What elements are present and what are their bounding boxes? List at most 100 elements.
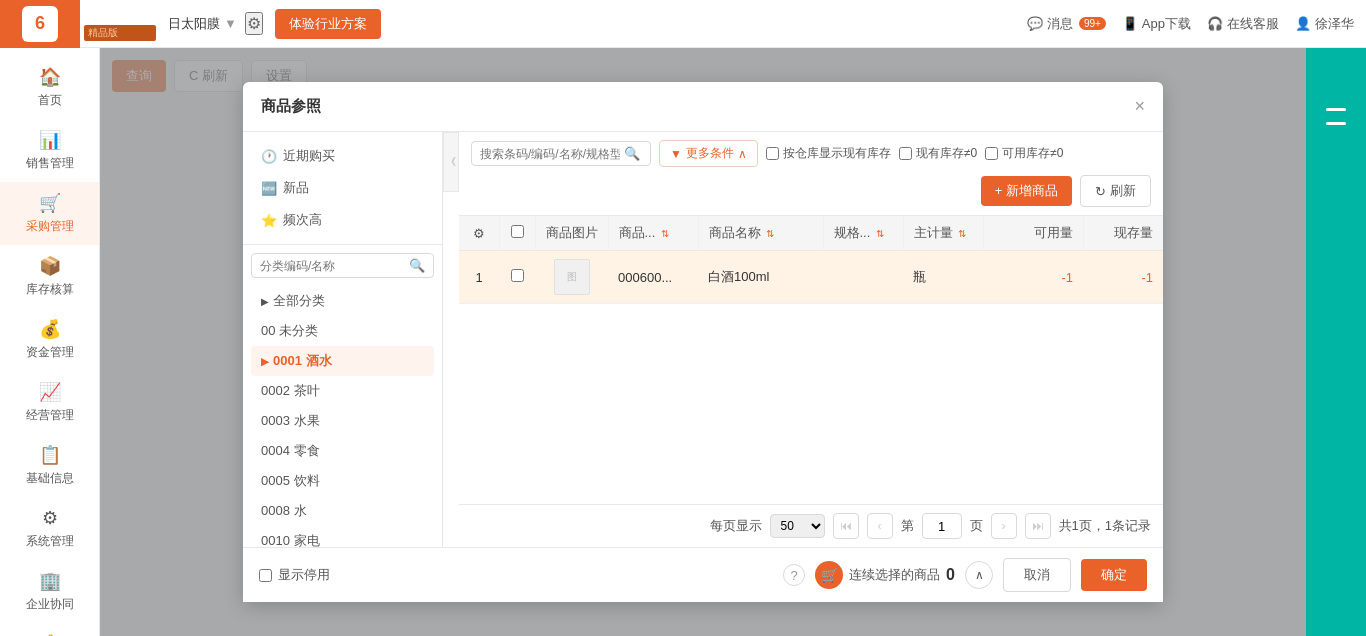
modal-body: 🕐 近期购买 🆕 新品 ⭐ 频次高 [243,132,1163,547]
try-button[interactable]: 体验行业方案 [275,9,381,39]
modal-close-button[interactable]: × [1134,96,1145,117]
row-checkbox-cell[interactable] [499,251,535,304]
sidebar-item-enterprise[interactable]: 🏢 企业协同 [0,560,99,623]
product-search-input[interactable] [480,147,620,161]
row-avail: -1 [983,251,1083,304]
category-search-box[interactable]: 🔍 [251,253,434,278]
cart-summary: 🛒 连续选择的商品 0 [815,561,955,589]
messages-label: 消息 [1047,15,1073,33]
category-all-label: 全部分类 [273,292,325,310]
category-drink[interactable]: 0005 饮料 [251,466,434,496]
main-layout: 🏠 首页 📊 销售管理 🛒 采购管理 📦 库存核算 💰 资金管理 📈 经营管理 … [0,48,1366,636]
toolbar-right: + 新增商品 ↻ 刷新 [981,175,1151,207]
sidebar-item-finance[interactable]: 💰 资金管理 [0,308,99,371]
sidebar-item-sales[interactable]: 📊 销售管理 [0,119,99,182]
sidebar-label-purchase: 采购管理 [26,218,74,235]
category-all[interactable]: ▶ 全部分类 [251,286,434,316]
category-uncategorized[interactable]: 00 未分类 [251,316,434,346]
headset-icon: 🎧 [1207,16,1223,31]
expand-icon[interactable] [1326,122,1346,125]
col-gear[interactable]: ⚙ [459,216,499,251]
collapse-panel-button[interactable]: 《 [443,132,459,192]
settings-icon[interactable]: ⚙ [245,12,263,35]
category-fruit[interactable]: 0003 水果 [251,406,434,436]
show-disabled-label[interactable]: 显示停用 [259,566,330,584]
fold-button[interactable]: ∧ [965,561,993,589]
logo-icon: 6 [22,6,58,42]
sidebar-item-guide[interactable]: 🔔 新手引导 [0,623,99,636]
per-page-select[interactable]: 50 100 200 [770,514,825,538]
category-tea[interactable]: 0002 茶叶 [251,376,434,406]
finance-icon: 💰 [39,318,61,340]
store-arrow-icon: ▼ [224,16,237,31]
table-row[interactable]: 1 图 000600... 白酒100ml 瓶 [459,251,1163,304]
category-appliance[interactable]: 0010 家电 [251,526,434,547]
service-nav[interactable]: 🎧 在线客服 [1207,15,1279,33]
warehouse-checkbox-label[interactable]: 按仓库显示现有库存 [766,145,891,162]
col-avail-header: 可用量 [983,216,1083,251]
sales-icon: 📊 [39,129,61,151]
sidebar-item-basic[interactable]: 📋 基础信息 [0,434,99,497]
first-page-button[interactable]: ⏮ [833,513,859,539]
close-icon[interactable] [1326,108,1346,111]
available-ne-checkbox-label[interactable]: 可用库存≠0 [985,145,1063,162]
store-selector[interactable]: 日太阳膜 ▼ [168,15,237,33]
category-snack[interactable]: 0004 零食 [251,436,434,466]
stock-ne-checkbox-label[interactable]: 现有库存≠0 [899,145,977,162]
warehouse-checkbox[interactable] [766,147,779,160]
show-disabled-checkbox[interactable] [259,569,272,582]
clock-icon: 🕐 [261,149,277,164]
new-product-item[interactable]: 🆕 新品 [251,172,434,204]
sidebar: 🏠 首页 📊 销售管理 🛒 采购管理 📦 库存核算 💰 资金管理 📈 经营管理 … [0,48,100,636]
system-icon: ⚙ [42,507,58,529]
col-sku-header[interactable]: 商品... ⇅ [608,216,698,251]
sidebar-item-inventory[interactable]: 📦 库存核算 [0,245,99,308]
logo-title: 畅捷通好生意 [84,7,156,24]
messages-nav[interactable]: 💬 消息 99+ [1027,15,1106,33]
category-water-label: 0008 水 [261,502,307,520]
filter-button[interactable]: ▼ 更多条件 ∧ [659,140,758,167]
user-nav[interactable]: 👤 徐泽华 [1295,15,1354,33]
arrow-liquor-icon: ▶ [261,356,269,367]
app-download-nav[interactable]: 📱 App下载 [1122,15,1191,33]
add-product-button[interactable]: + 新增商品 [981,176,1072,206]
help-icon[interactable]: ? [783,564,805,586]
category-section: 🔍 ▶ 全部分类 00 未分类 ▶ 0001 酒水 [243,245,442,547]
col-unit-header[interactable]: 主计量 ⇅ [903,216,983,251]
category-search-input[interactable] [260,259,405,273]
col-check-header[interactable] [499,216,535,251]
home-icon: 🏠 [39,66,61,88]
category-liquor[interactable]: ▶ 0001 酒水 [251,346,434,376]
col-name-header[interactable]: 商品名称 ⇅ [698,216,823,251]
right-panel [1306,48,1366,636]
row-name: 白酒100ml [698,251,823,304]
sidebar-item-purchase[interactable]: 🛒 采购管理 [0,182,99,245]
sidebar-label-basic: 基础信息 [26,470,74,487]
available-ne-checkbox[interactable] [985,147,998,160]
sidebar-item-system[interactable]: ⚙ 系统管理 [0,497,99,560]
name-sort-icon: ⇅ [766,228,774,239]
row-checkbox[interactable] [511,269,524,282]
product-table-body: 1 图 000600... 白酒100ml 瓶 [459,251,1163,304]
confirm-button[interactable]: 确定 [1081,559,1147,591]
row-sku: 000600... [608,251,698,304]
product-search-box[interactable]: 🔍 [471,141,651,166]
sidebar-item-operations[interactable]: 📈 经营管理 [0,371,99,434]
last-page-button[interactable]: ⏭ [1025,513,1051,539]
operations-icon: 📈 [39,381,61,403]
prev-page-button[interactable]: ‹ [867,513,893,539]
refresh-button[interactable]: ↻ 刷新 [1080,175,1151,207]
stock-ne-checkbox[interactable] [899,147,912,160]
sidebar-item-home[interactable]: 🏠 首页 [0,56,99,119]
category-uncategorized-label: 00 未分类 [261,322,318,340]
new-icon: 🆕 [261,181,277,196]
show-disabled-text: 显示停用 [278,566,330,584]
frequent-item[interactable]: ⭐ 频次高 [251,204,434,236]
page-number-input[interactable] [922,513,962,539]
next-page-button[interactable]: › [991,513,1017,539]
cancel-button[interactable]: 取消 [1003,558,1071,592]
col-spec-header[interactable]: 规格... ⇅ [823,216,903,251]
category-water[interactable]: 0008 水 [251,496,434,526]
recent-purchase-item[interactable]: 🕐 近期购买 [251,140,434,172]
select-all-checkbox[interactable] [511,225,524,238]
